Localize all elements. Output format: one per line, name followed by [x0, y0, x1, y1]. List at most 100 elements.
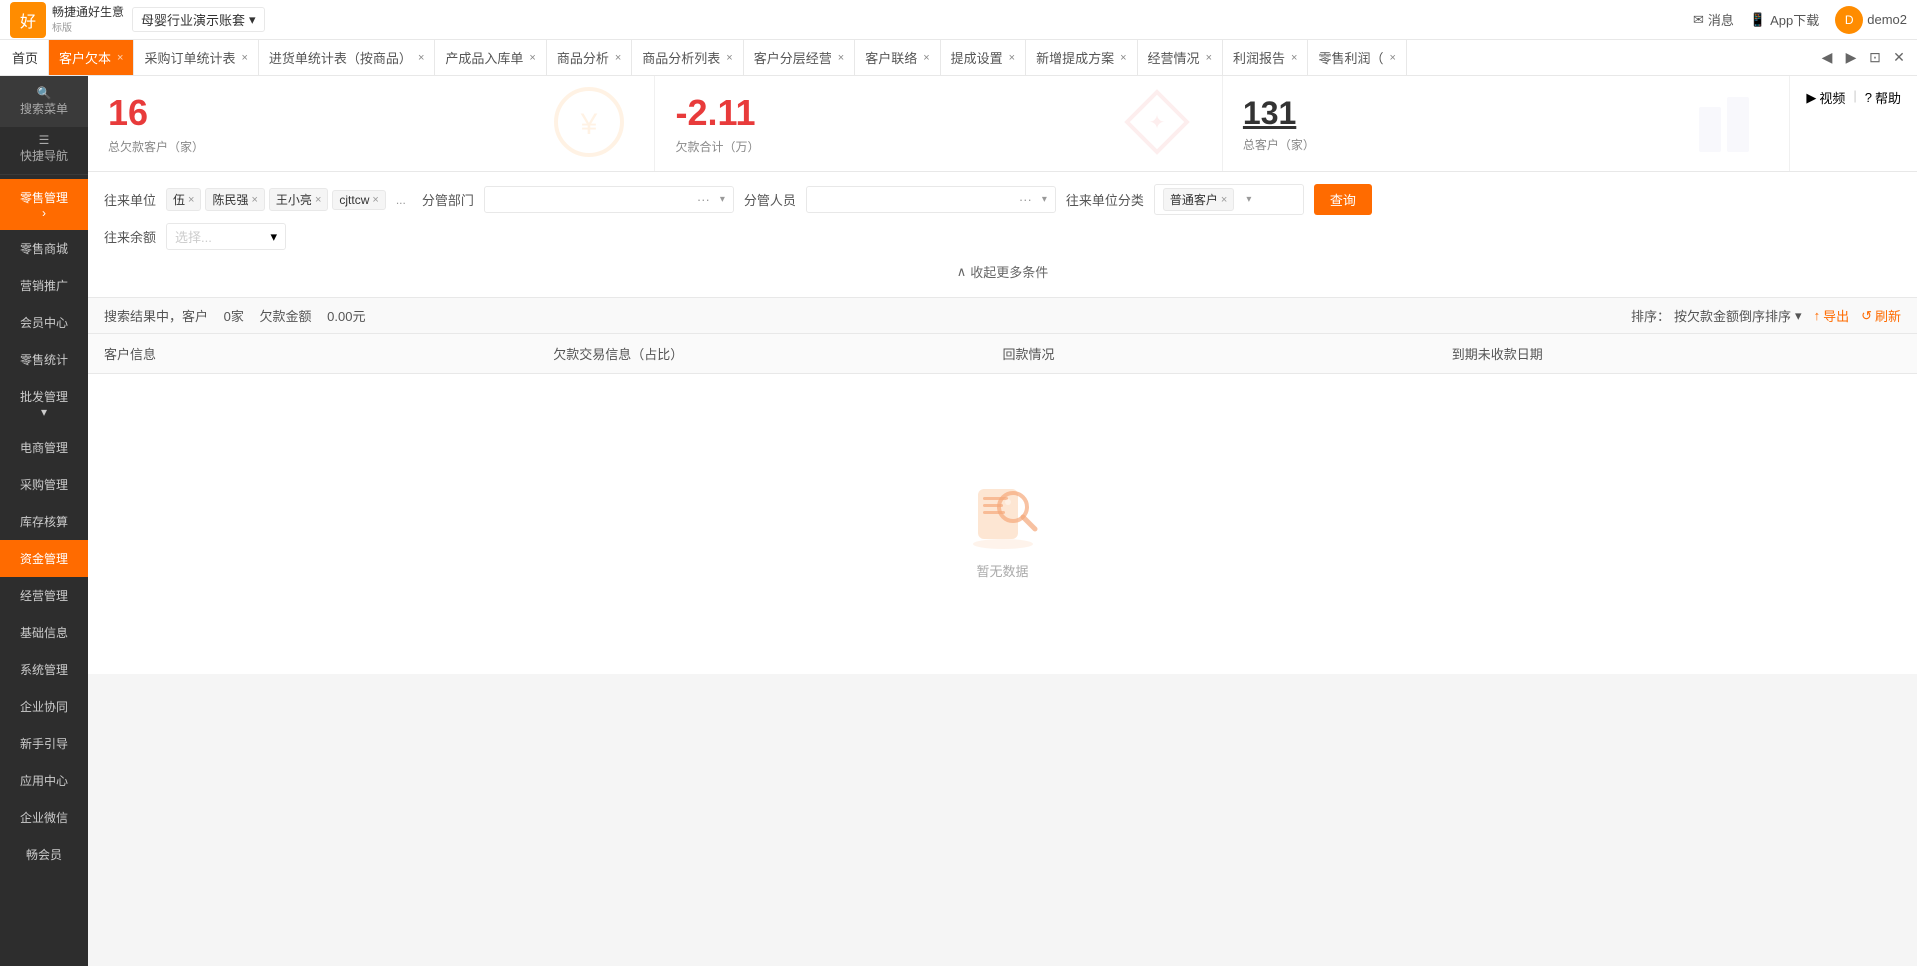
- tab-expand-btn[interactable]: ⊡: [1863, 46, 1887, 70]
- tab-customer-layer[interactable]: 客户分层经营 ×: [744, 40, 855, 76]
- close-icon[interactable]: ×: [529, 52, 535, 64]
- top-bar: 好 畅捷通好生意 标版 母婴行业演示账套 ▾ ✉ 消息 📱 App下载 D de…: [0, 0, 1917, 40]
- sidebar-item-guide[interactable]: 新手引导: [0, 725, 88, 762]
- tab-goods-list[interactable]: 商品分析列表 ×: [632, 40, 743, 76]
- tab-operation[interactable]: 经营情况 ×: [1138, 40, 1223, 76]
- unit-tag-more[interactable]: ...: [390, 191, 412, 209]
- tab-commission[interactable]: 提成设置 ×: [941, 40, 1026, 76]
- tab-close-all-btn[interactable]: ✕: [1887, 46, 1911, 70]
- dept-dots[interactable]: ···: [691, 190, 716, 209]
- close-icon[interactable]: ×: [241, 52, 247, 64]
- diamond-bg-icon: ✦: [1122, 87, 1192, 160]
- tab-prev-btn[interactable]: ◀: [1815, 46, 1839, 70]
- unit-tag-chen-remove[interactable]: ×: [251, 194, 257, 206]
- sidebar-item-retail[interactable]: 零售管理 ›: [0, 179, 88, 230]
- dept-select[interactable]: ··· ▾: [484, 186, 734, 213]
- sidebar-item-inventory[interactable]: 库存核算: [0, 503, 88, 540]
- close-icon[interactable]: ×: [1009, 52, 1015, 64]
- close-icon[interactable]: ×: [615, 52, 621, 64]
- sidebar-item-wholesale[interactable]: 批发管理 ▾: [0, 378, 88, 429]
- logo-area: 好 畅捷通好生意 标版: [10, 2, 124, 38]
- result-customer-count: 0家: [224, 309, 244, 324]
- sidebar-item-marketing[interactable]: 营销推广: [0, 267, 88, 304]
- tab-add-commission-label: 新增提成方案: [1036, 48, 1114, 67]
- col-header-payment: 回款情况: [1003, 344, 1452, 363]
- collapse-area: ∧ 收起更多条件: [104, 258, 1901, 285]
- unit-tag-wu-remove[interactable]: ×: [188, 194, 194, 206]
- user-area[interactable]: D demo2: [1835, 6, 1907, 34]
- app-download-btn[interactable]: 📱 App下载: [1750, 10, 1819, 29]
- tab-home[interactable]: 首页: [2, 40, 49, 76]
- unit-tag-wang-remove[interactable]: ×: [315, 194, 321, 206]
- stat-number-customers: 16: [108, 92, 204, 134]
- sidebar-item-retail-stat[interactable]: 零售统计: [0, 341, 88, 378]
- tab-arrearage[interactable]: 客户欠本 ×: [49, 40, 134, 76]
- person-dots[interactable]: ···: [1013, 190, 1038, 209]
- unit-tag-cj-remove[interactable]: ×: [372, 194, 378, 206]
- company-select[interactable]: 母婴行业演示账套 ▾: [132, 7, 265, 32]
- close-icon[interactable]: ×: [1389, 52, 1395, 64]
- close-icon[interactable]: ×: [923, 52, 929, 64]
- close-icon[interactable]: ×: [838, 52, 844, 64]
- sidebar-item-retail-mall[interactable]: 零售商城: [0, 230, 88, 267]
- close-icon[interactable]: ×: [726, 52, 732, 64]
- help-btn[interactable]: ? 帮助: [1865, 88, 1901, 107]
- message-btn[interactable]: ✉ 消息: [1693, 10, 1734, 29]
- tab-goods-list-label: 商品分析列表: [642, 48, 720, 67]
- sidebar-search[interactable]: 🔍 搜索菜单: [0, 76, 88, 127]
- sidebar-item-ecommerce[interactable]: 电商管理: [0, 429, 88, 466]
- tab-purchase[interactable]: 采购订单统计表 ×: [134, 40, 258, 76]
- stat-label-total: 总客户（家）: [1243, 136, 1315, 153]
- close-icon[interactable]: ×: [418, 52, 424, 64]
- query-button[interactable]: 查询: [1314, 184, 1372, 215]
- company-name: 母婴行业演示账套: [141, 10, 245, 29]
- sidebar-item-member-plus[interactable]: 畅会员: [0, 836, 88, 873]
- person-select[interactable]: ··· ▾: [806, 186, 1056, 213]
- sidebar-item-basic-info[interactable]: 基础信息: [0, 614, 88, 651]
- tab-purchase-stat-label: 进货单统计表（按商品）: [269, 48, 412, 67]
- sidebar-quick-nav[interactable]: ☰ 快捷导航: [0, 127, 88, 170]
- stat-card-2-info: -2.11 欠款合计（万）: [675, 92, 759, 155]
- sort-select[interactable]: 排序： 按欠款金额倒序排序 ▾: [1631, 306, 1802, 325]
- sidebar-item-weixin[interactable]: 企业微信: [0, 799, 88, 836]
- nav-tabs: 首页 客户欠本 × 采购订单统计表 × 进货单统计表（按商品） × 产成品入库单…: [0, 40, 1917, 76]
- sidebar-item-finance[interactable]: 资金管理: [0, 540, 88, 577]
- export-btn[interactable]: ↑ 导出: [1814, 306, 1850, 325]
- tab-purchase-label: 采购订单统计表: [144, 48, 235, 67]
- sidebar-item-system[interactable]: 系统管理: [0, 651, 88, 688]
- remain-select-placeholder: 选择...: [175, 227, 266, 246]
- result-prefix: 搜索结果中，客户: [104, 309, 208, 324]
- close-icon[interactable]: ×: [1120, 52, 1126, 64]
- sidebar-item-operation[interactable]: 经营管理: [0, 577, 88, 614]
- svg-text:✦: ✦: [1149, 112, 1166, 134]
- close-icon[interactable]: ×: [1291, 52, 1297, 64]
- sidebar-item-member[interactable]: 会员中心: [0, 304, 88, 341]
- tab-production[interactable]: 产成品入库单 ×: [435, 40, 546, 76]
- tab-add-commission[interactable]: 新增提成方案 ×: [1026, 40, 1137, 76]
- tab-purchase-stat[interactable]: 进货单统计表（按商品） ×: [259, 40, 435, 76]
- refresh-btn[interactable]: ↺ 刷新: [1861, 306, 1901, 325]
- sidebar-item-guide-label: 新手引导: [4, 735, 84, 752]
- sidebar-item-enterprise[interactable]: 企业协同: [0, 688, 88, 725]
- close-icon[interactable]: ×: [117, 52, 123, 64]
- tab-goods-analysis[interactable]: 商品分析 ×: [547, 40, 632, 76]
- category-tag-remove[interactable]: ×: [1221, 194, 1227, 206]
- remain-select[interactable]: 选择... ▾: [166, 223, 286, 250]
- collapse-label: 收起更多条件: [970, 262, 1048, 281]
- close-icon[interactable]: ×: [1206, 52, 1212, 64]
- tab-customer-contact[interactable]: 客户联络 ×: [855, 40, 940, 76]
- chevron-right-icon: ›: [42, 206, 46, 220]
- sidebar-item-basic-info-label: 基础信息: [4, 624, 84, 641]
- tab-profit[interactable]: 利润报告 ×: [1223, 40, 1308, 76]
- category-select[interactable]: 普通客户 × ▾: [1154, 184, 1304, 215]
- refresh-label: 刷新: [1875, 306, 1901, 325]
- video-btn[interactable]: ▶ 视频: [1806, 88, 1845, 107]
- tab-retail-profit[interactable]: 零售利润（ ×: [1308, 40, 1406, 76]
- collapse-button[interactable]: ∧ 收起更多条件: [104, 258, 1901, 285]
- sidebar-item-purchase[interactable]: 采购管理: [0, 466, 88, 503]
- sidebar-item-app-center[interactable]: 应用中心: [0, 762, 88, 799]
- help-label: 帮助: [1875, 88, 1901, 107]
- tab-next-btn[interactable]: ▶: [1839, 46, 1863, 70]
- filter-row-2: 往来余额 选择... ▾: [104, 223, 1901, 250]
- search-icon: 🔍: [37, 86, 52, 100]
